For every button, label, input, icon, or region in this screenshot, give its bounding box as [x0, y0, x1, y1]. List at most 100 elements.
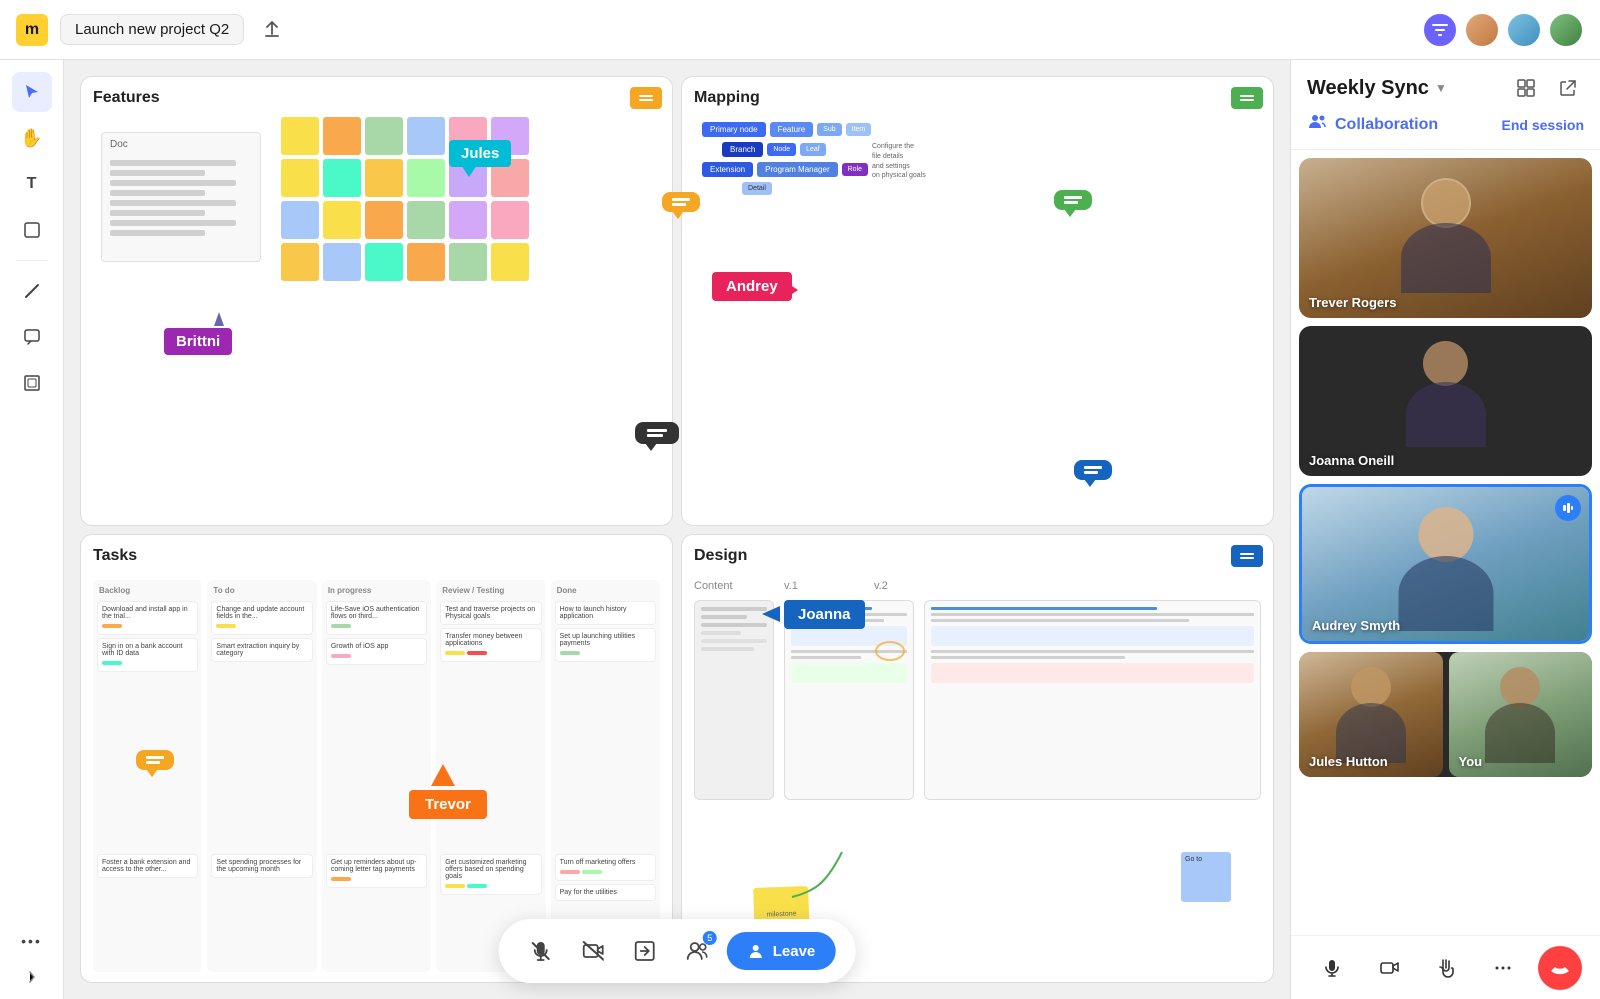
map-node: Program Manager [757, 162, 837, 177]
miro-logo[interactable]: m [16, 14, 48, 46]
left-toolbar: ✋ T ••• [0, 60, 64, 999]
mapping-title: Mapping [694, 89, 1261, 107]
toolbar-collapse[interactable] [25, 967, 39, 987]
kanban-card: Set up launching utilities payments [555, 628, 656, 662]
brittni-arrow-cursor [214, 312, 224, 326]
map-node: Branch [722, 142, 763, 157]
design-accent-circle [875, 641, 905, 661]
design-v2-col [924, 600, 1261, 800]
dropdown-arrow-icon[interactable]: ▼ [1435, 81, 1447, 95]
camera-button[interactable] [571, 929, 615, 973]
design-menu[interactable] [1231, 545, 1263, 567]
video-grid: Trever Rogers Joanna Oneill [1291, 150, 1600, 935]
trevor-label: Trevor [409, 790, 487, 819]
panel-camera-button[interactable] [1367, 946, 1411, 990]
panel-title-row: Weekly Sync ▼ [1307, 72, 1584, 104]
video-tile-jules: Jules Hutton [1299, 652, 1443, 777]
tool-hand[interactable]: ✋ [12, 118, 52, 158]
end-session-button[interactable]: End session [1502, 117, 1584, 133]
kanban-col2-3: Get up reminders about up-coming letter … [322, 850, 431, 973]
mic-button[interactable] [519, 929, 563, 973]
right-panel: Weekly Sync ▼ Collaboration End se [1290, 60, 1600, 999]
tool-frame[interactable] [12, 363, 52, 403]
bubble-tail [1084, 479, 1096, 487]
share-button[interactable] [623, 929, 667, 973]
external-link-button[interactable] [1552, 72, 1584, 104]
kanban-card: Change and update account fields in the.… [211, 601, 312, 635]
brittni-cursor: Brittni [164, 328, 232, 355]
kanban-card: Life-Save iOS authentication flows on th… [326, 601, 427, 635]
design-v1-col [784, 600, 914, 800]
trevor-arrow [431, 764, 455, 786]
user-avatar-1[interactable] [1464, 12, 1500, 48]
column-header: To do [211, 584, 312, 597]
tool-comment[interactable] [12, 317, 52, 357]
canvas-area[interactable]: Features Doc [64, 60, 1290, 999]
mapping-diagram: Primary node Feature Sub Item Branch Nod… [702, 122, 1257, 515]
features-menu[interactable] [630, 87, 662, 109]
features-title: Features [93, 89, 660, 107]
main-layout: ✋ T ••• Features Doc [0, 60, 1600, 999]
map-node: Extension [702, 162, 753, 177]
design-v1-label: v.1 [784, 580, 864, 592]
panel-more-button[interactable] [1481, 946, 1525, 990]
column-header: Review / Testing [440, 584, 541, 597]
project-title[interactable]: Launch new project Q2 [60, 14, 244, 45]
user-avatar-3[interactable] [1548, 12, 1584, 48]
map-text: Configure the file details and settings … [872, 142, 972, 181]
chat-bubble-4 [136, 750, 174, 770]
tool-sticky[interactable] [12, 210, 52, 250]
sticky-note [449, 201, 487, 239]
jules-name: Jules [461, 145, 499, 162]
kanban-card: Smart extraction inquiry by category [211, 638, 312, 662]
you-body [1485, 703, 1555, 763]
panel-end-call-button[interactable] [1538, 946, 1582, 990]
sticky-note [491, 243, 529, 281]
mapping-menu[interactable] [1231, 87, 1263, 109]
joanna-head [1423, 341, 1468, 386]
sticky-note [281, 243, 319, 281]
sticky-note [323, 117, 361, 155]
jules-name: Jules Hutton [1309, 754, 1388, 769]
leave-button[interactable]: Leave [727, 932, 836, 970]
avatar-group [1422, 12, 1584, 48]
collab-label: Collaboration [1335, 116, 1438, 134]
brittni-label: Brittni [164, 328, 232, 355]
kanban-card: Growth of iOS app [326, 638, 427, 665]
kanban-card: Sign in on a bank account with ID data [97, 638, 198, 672]
sticky-note [365, 117, 403, 155]
participants-button[interactable]: 5 [675, 929, 719, 973]
tool-pen[interactable] [12, 271, 52, 311]
trever-body [1401, 223, 1491, 293]
brittni-name: Brittni [176, 333, 220, 350]
audrey-name: Audrey Smyth [1312, 618, 1400, 633]
sticky-note [407, 159, 445, 197]
sticky-note [407, 243, 445, 281]
map-node: Item [846, 123, 872, 136]
panel-hand-button[interactable] [1424, 946, 1468, 990]
chat-bubble-2 [1054, 190, 1092, 210]
andrey-name: Andrey [726, 278, 778, 295]
collaboration-icon [1307, 112, 1327, 137]
kanban-card: Transfer money between applications [440, 628, 541, 662]
jules-label: Jules [449, 140, 511, 167]
topbar: m Launch new project Q2 [0, 0, 1600, 60]
tool-text[interactable]: T [12, 164, 52, 204]
doc-preview: Doc [101, 132, 261, 262]
tool-more[interactable]: ••• [12, 921, 52, 961]
user-avatar-2[interactable] [1506, 12, 1542, 48]
design-content-label: Content [694, 580, 774, 592]
joanna-label: Joanna [784, 600, 865, 629]
audrey-person [1398, 507, 1493, 631]
upload-button[interactable] [256, 14, 288, 46]
tool-select[interactable] [12, 72, 52, 112]
bubble-tail [645, 443, 657, 451]
joanna-name: Joanna Oneill [1309, 453, 1394, 468]
map-node: Detail [742, 182, 772, 195]
video-tile-you: You [1449, 652, 1593, 777]
grid-view-button[interactable] [1510, 72, 1542, 104]
bubble-tail [672, 211, 684, 219]
filter-avatar[interactable] [1422, 12, 1458, 48]
jules-cursor: Jules [449, 140, 511, 167]
panel-mic-button[interactable] [1310, 946, 1354, 990]
